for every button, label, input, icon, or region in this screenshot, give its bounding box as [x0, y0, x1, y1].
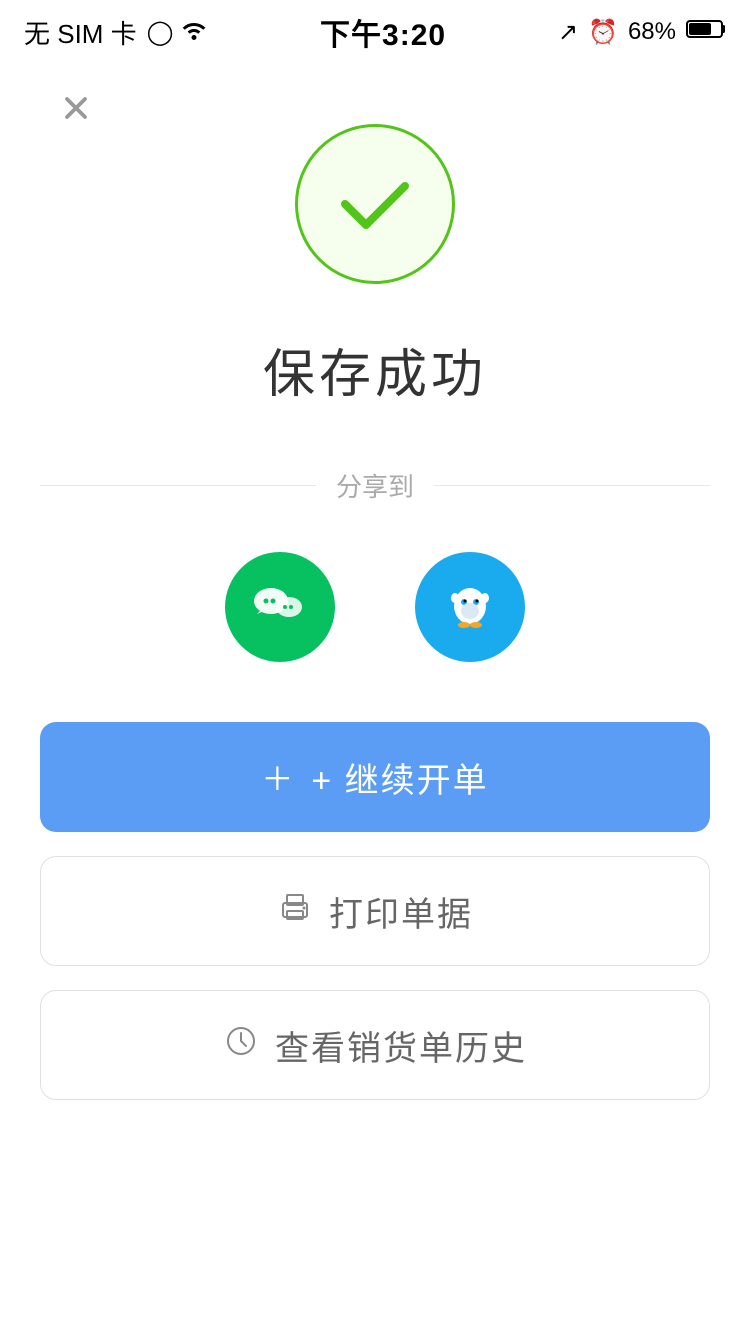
qq-icon — [437, 574, 503, 640]
share-section: 分享到 — [0, 467, 750, 662]
printer-icon — [277, 889, 313, 933]
status-time: 下午3:20 — [320, 10, 446, 54]
share-label: 分享到 — [336, 467, 414, 504]
divider-line-left — [40, 485, 316, 486]
battery-text: 68% — [628, 18, 676, 46]
print-label: 打印单据 — [329, 887, 473, 936]
success-title: 保存成功 — [263, 332, 487, 407]
main-content: 保存成功 分享到 — [0, 64, 750, 1100]
status-left: 无 SIM 卡 ◯️ — [24, 14, 208, 51]
qq-share-button[interactable] — [415, 552, 525, 662]
location-icon: ↗ — [558, 18, 578, 47]
status-right: ↗ ⏰ 68% — [558, 18, 726, 47]
success-circle — [295, 124, 455, 284]
wechat-share-button[interactable] — [225, 552, 335, 662]
close-button[interactable] — [48, 80, 104, 136]
history-button[interactable]: 查看销货单历史 — [40, 990, 710, 1100]
close-icon — [58, 90, 94, 126]
alarm-icon: ⏰ — [588, 18, 618, 47]
clock-icon — [223, 1023, 259, 1067]
status-bar: 无 SIM 卡 ◯️ 下午3:20 ↗ ⏰ 68% — [0, 0, 750, 64]
share-icons — [40, 552, 710, 662]
plus-icon: ＋ — [261, 754, 295, 800]
divider-line-right — [434, 485, 710, 486]
print-button[interactable]: 打印单据 — [40, 856, 710, 966]
action-buttons: ＋ + 继续开单 打印单据 查看销货单历 — [0, 722, 750, 1100]
continue-label: + 继续开单 — [311, 753, 488, 802]
share-divider: 分享到 — [40, 467, 710, 504]
checkmark-icon — [330, 159, 420, 249]
continue-button[interactable]: ＋ + 继续开单 — [40, 722, 710, 832]
wifi-icon: ◯️ — [147, 18, 209, 47]
battery-icon — [686, 18, 726, 46]
wechat-icon — [247, 574, 313, 640]
history-label: 查看销货单历史 — [275, 1021, 527, 1070]
carrier-text: 无 SIM 卡 — [24, 14, 137, 51]
